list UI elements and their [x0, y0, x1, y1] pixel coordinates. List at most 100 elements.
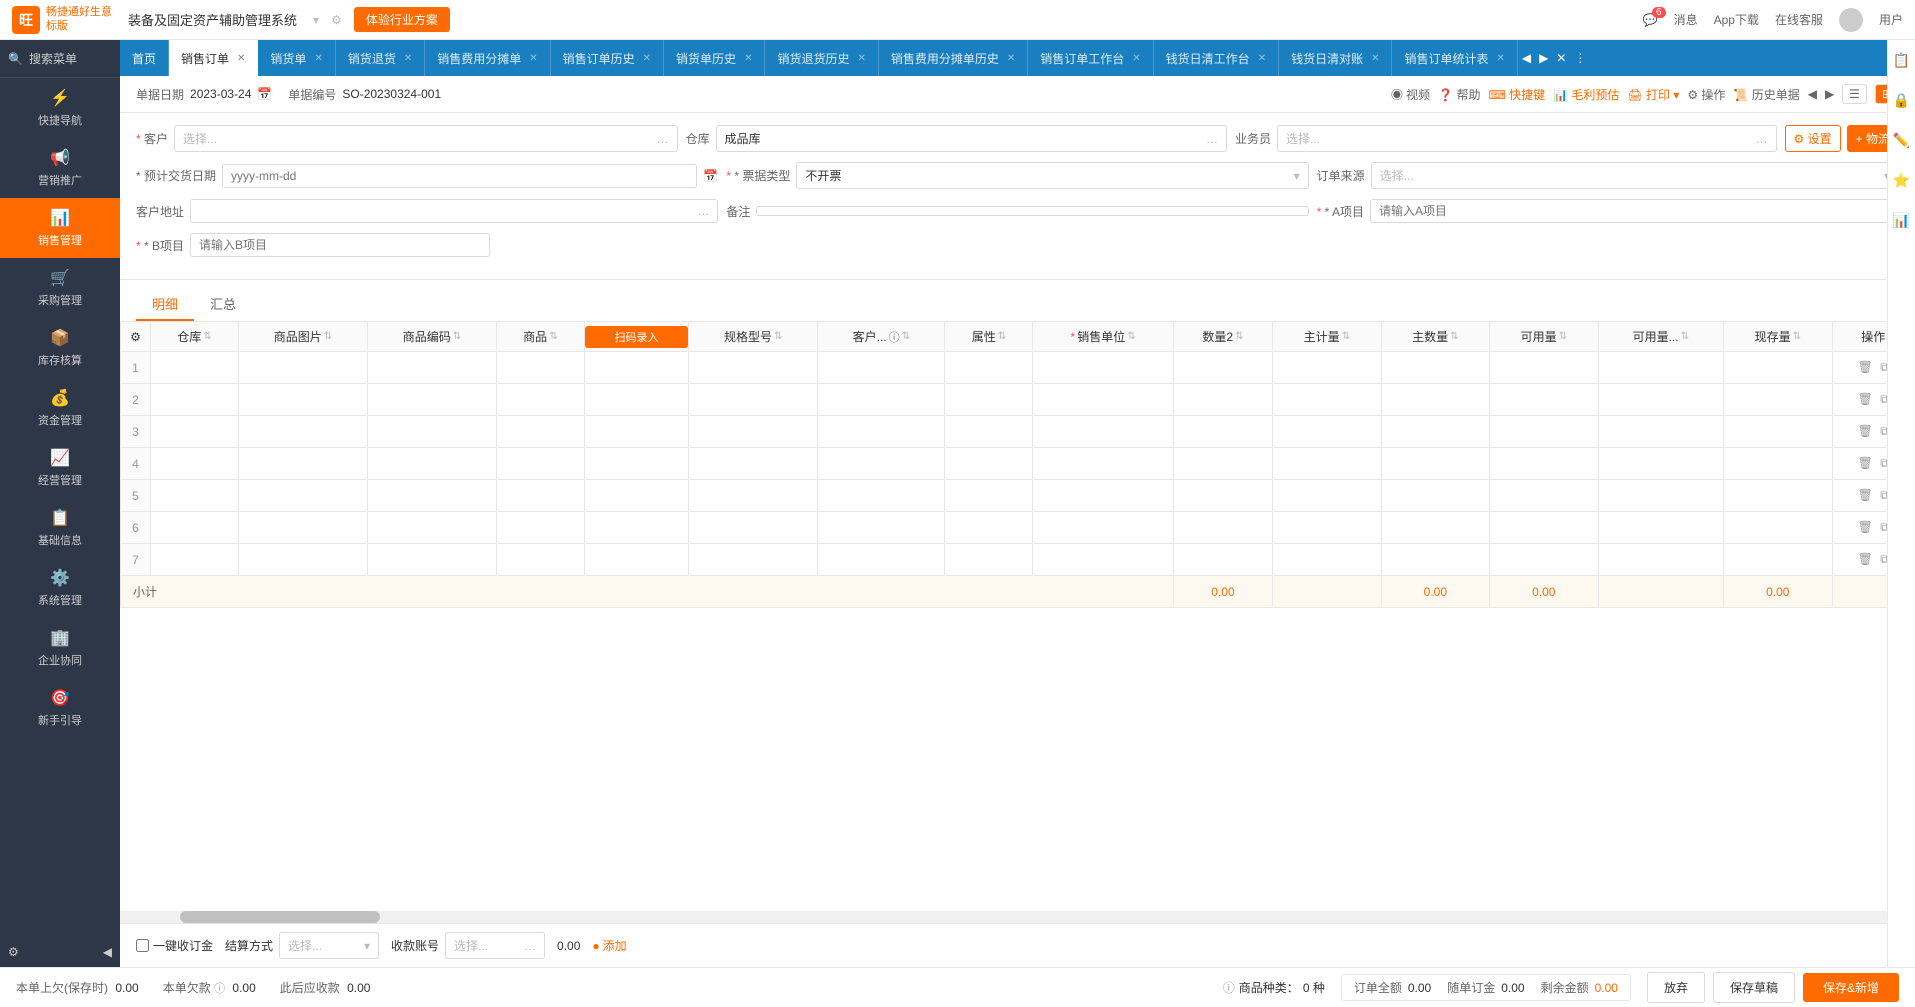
- tab-sales-fee-split-close[interactable]: ✕: [529, 53, 537, 64]
- tab-menu[interactable]: ⋮: [1570, 51, 1590, 65]
- cell-5-code[interactable]: [367, 480, 496, 512]
- cell-2-code[interactable]: [367, 384, 496, 416]
- col-main-qty[interactable]: 主数量⇅: [1381, 322, 1489, 352]
- col-available[interactable]: 可用量⇅: [1490, 322, 1598, 352]
- list-view-btn[interactable]: ☰: [1842, 84, 1867, 104]
- sidebar-item-enterprise[interactable]: 🏢 企业协同: [0, 618, 120, 678]
- sidebar-item-quick-nav[interactable]: ⚡ 快捷导航: [0, 78, 120, 138]
- cell-6-mainunit[interactable]: [1273, 512, 1381, 544]
- user-name[interactable]: 用户: [1879, 11, 1903, 28]
- bank-account-ellipsis[interactable]: …: [524, 939, 536, 953]
- calendar-icon[interactable]: 📅: [257, 87, 272, 101]
- right-panel-btn-1[interactable]: 📋: [1890, 48, 1914, 72]
- cell-6-img[interactable]: [238, 512, 367, 544]
- tab-sales-return[interactable]: 销货单 ✕: [258, 40, 335, 76]
- tab-sales-return-history-close[interactable]: ✕: [744, 53, 752, 64]
- cell-4-spec[interactable]: [689, 448, 818, 480]
- cell-5-img[interactable]: [238, 480, 367, 512]
- tab-cash-reconcile-close[interactable]: ✕: [1371, 53, 1379, 64]
- cell-7-availmore[interactable]: [1598, 544, 1724, 576]
- cell-6-avail[interactable]: [1490, 512, 1598, 544]
- row-7-delete-icon[interactable]: 🗑: [1858, 552, 1873, 566]
- table-tab-detail[interactable]: 明细: [136, 288, 194, 321]
- row-5-delete-icon[interactable]: 🗑: [1858, 488, 1873, 502]
- sidebar-item-basic-info[interactable]: 📋 基础信息: [0, 498, 120, 558]
- cell-5-mainqty[interactable]: [1381, 480, 1489, 512]
- cell-3-warehouse[interactable]: [151, 416, 239, 448]
- cell-2-attr[interactable]: [945, 384, 1033, 416]
- cell-1-product[interactable]: [496, 352, 584, 384]
- cell-1-qty2[interactable]: [1173, 352, 1272, 384]
- cell-5-product[interactable]: [496, 480, 584, 512]
- sidebar-item-finance[interactable]: 💰 资金管理: [0, 378, 120, 438]
- row-6-delete-icon[interactable]: 🗑: [1858, 520, 1873, 534]
- cell-2-spec[interactable]: [689, 384, 818, 416]
- warehouse-ellipsis[interactable]: …: [1206, 132, 1218, 146]
- cell-3-spec[interactable]: [689, 416, 818, 448]
- cell-7-unit[interactable]: [1033, 544, 1173, 576]
- date-value[interactable]: 2023-03-24: [190, 87, 251, 101]
- add-button[interactable]: ● 添加: [592, 937, 626, 954]
- settings-bottom-icon[interactable]: ⚙: [8, 945, 19, 959]
- cell-4-avail[interactable]: [1490, 448, 1598, 480]
- row-3-delete-icon[interactable]: 🗑: [1858, 424, 1873, 438]
- tab-sales-refund-close[interactable]: ✕: [404, 53, 412, 64]
- col-product-img[interactable]: 商品图片⇅: [238, 322, 367, 352]
- cell-3-qty2[interactable]: [1173, 416, 1272, 448]
- payment-method-input[interactable]: 选择... ▾: [279, 932, 379, 959]
- col-product[interactable]: 商品⇅: [496, 322, 584, 352]
- cell-3-scan[interactable]: [584, 416, 688, 448]
- cell-3-custcode[interactable]: [818, 416, 945, 448]
- cell-2-mainqty[interactable]: [1381, 384, 1489, 416]
- cell-4-scan[interactable]: [584, 448, 688, 480]
- cell-1-code[interactable]: [367, 352, 496, 384]
- cell-2-unit[interactable]: [1033, 384, 1173, 416]
- cell-1-availmore[interactable]: [1598, 352, 1724, 384]
- customer-address-input[interactable]: …: [190, 199, 718, 223]
- tab-cash-reconcile[interactable]: 钱货日清对账 ✕: [1279, 40, 1392, 76]
- cell-4-product[interactable]: [496, 448, 584, 480]
- cell-3-avail[interactable]: [1490, 416, 1598, 448]
- cell-5-stock[interactable]: [1724, 480, 1832, 512]
- cell-6-spec[interactable]: [689, 512, 818, 544]
- cell-7-avail[interactable]: [1490, 544, 1598, 576]
- col-customer-code[interactable]: 客户...ⓘ⇅: [818, 322, 945, 352]
- delivery-date-input[interactable]: [222, 164, 697, 188]
- cell-4-img[interactable]: [238, 448, 367, 480]
- col-sales-unit[interactable]: *销售单位⇅: [1033, 322, 1173, 352]
- save-draft-button[interactable]: 保存草稿: [1713, 972, 1795, 1003]
- cell-4-availmore[interactable]: [1598, 448, 1724, 480]
- cell-1-mainunit[interactable]: [1273, 352, 1381, 384]
- sidebar-item-marketing[interactable]: 📢 营销推广: [0, 138, 120, 198]
- col-qty2[interactable]: 数量2⇅: [1173, 322, 1272, 352]
- bank-account-input[interactable]: 选择... …: [445, 932, 545, 959]
- cell-1-avail[interactable]: [1490, 352, 1598, 384]
- cell-7-mainunit[interactable]: [1273, 544, 1381, 576]
- payment-method-arrow[interactable]: ▾: [364, 939, 370, 953]
- cell-7-attr[interactable]: [945, 544, 1033, 576]
- cell-5-scan[interactable]: [584, 480, 688, 512]
- tab-sales-return-history[interactable]: 销货单历史 ✕: [664, 40, 765, 76]
- right-panel-btn-2[interactable]: 🔒: [1890, 88, 1914, 112]
- sidebar-item-system[interactable]: ⚙️ 系统管理: [0, 558, 120, 618]
- save-new-button[interactable]: 保存&新增: [1803, 973, 1899, 1002]
- sidebar-item-guide[interactable]: 🎯 新手引导: [0, 678, 120, 738]
- cell-3-mainqty[interactable]: [1381, 416, 1489, 448]
- cell-5-warehouse[interactable]: [151, 480, 239, 512]
- cell-6-scan[interactable]: [584, 512, 688, 544]
- col-settings[interactable]: ⚙: [121, 322, 151, 352]
- solution-button[interactable]: 体验行业方案: [354, 7, 450, 32]
- cell-5-qty2[interactable]: [1173, 480, 1272, 512]
- a-project-input[interactable]: [1370, 199, 1899, 223]
- cell-4-code[interactable]: [367, 448, 496, 480]
- right-panel-btn-3[interactable]: ✏️: [1890, 128, 1914, 152]
- cell-6-stock[interactable]: [1724, 512, 1832, 544]
- cell-5-mainunit[interactable]: [1273, 480, 1381, 512]
- cell-4-unit[interactable]: [1033, 448, 1173, 480]
- invoice-type-arrow[interactable]: ▾: [1294, 169, 1300, 183]
- row-2-delete-icon[interactable]: 🗑: [1858, 392, 1873, 406]
- col-warehouse[interactable]: 仓库⇅: [151, 322, 239, 352]
- cell-3-stock[interactable]: [1724, 416, 1832, 448]
- cell-2-mainunit[interactable]: [1273, 384, 1381, 416]
- order-source-input[interactable]: 选择... ▾: [1371, 162, 1899, 189]
